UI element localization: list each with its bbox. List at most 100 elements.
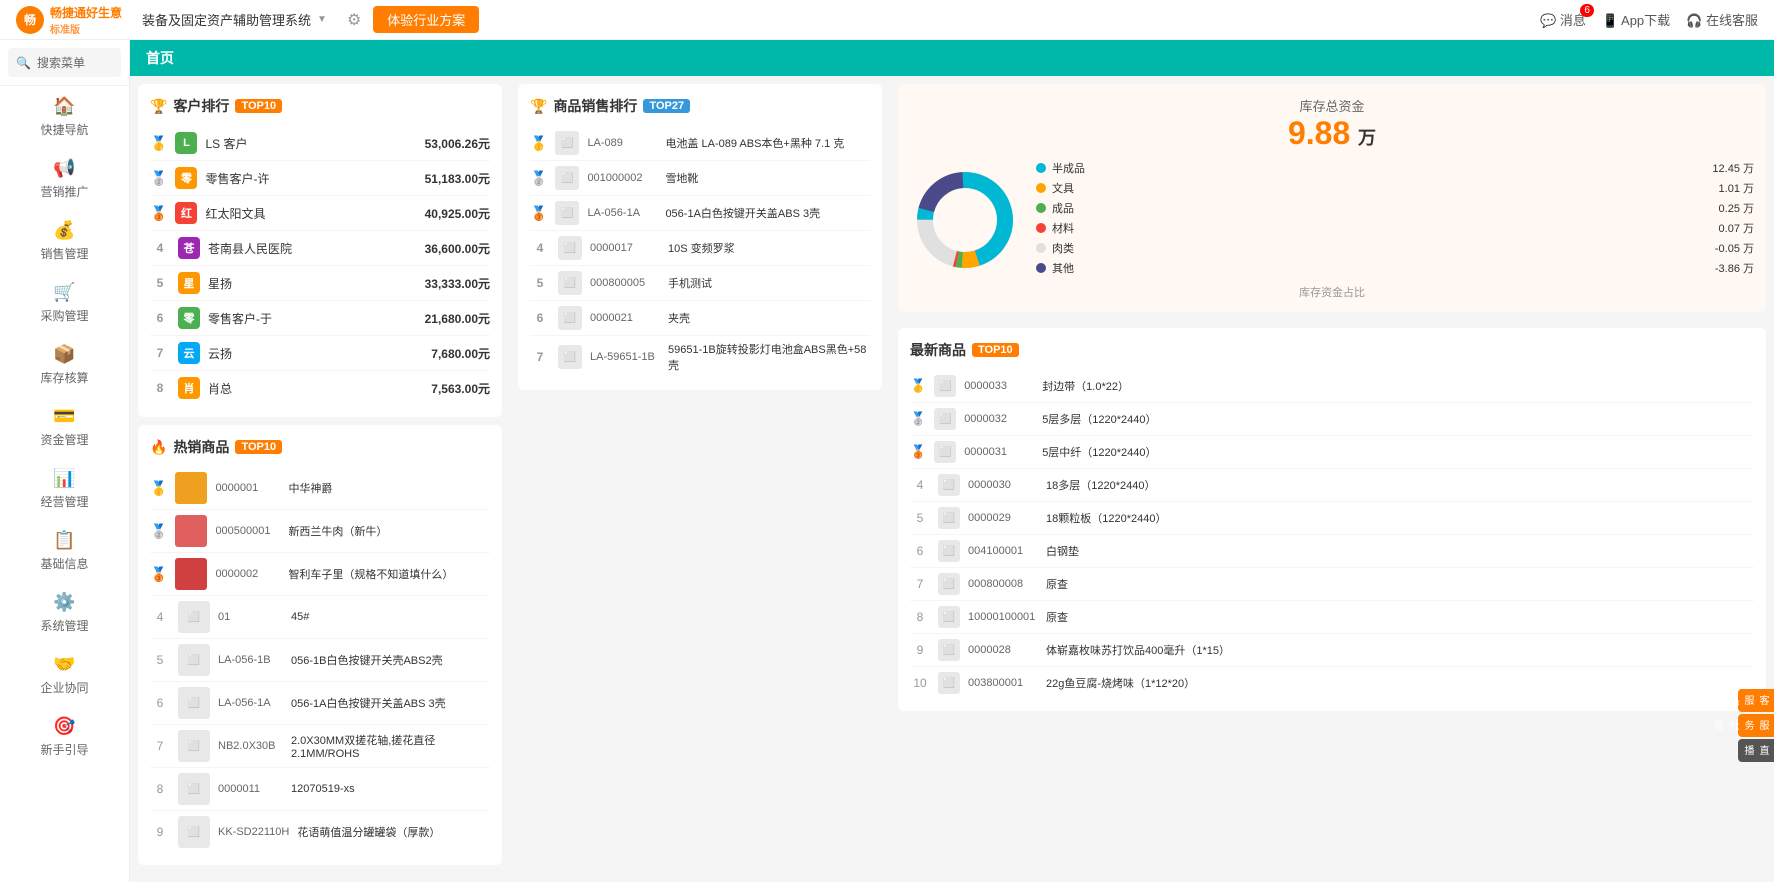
legend-dot — [1036, 203, 1046, 213]
float-community-btn[interactable]: 服务社区 — [1738, 714, 1774, 737]
sidebar-item-operations[interactable]: 📊 经营管理 — [0, 458, 129, 520]
product-name: 电池盖 LA-089 ABS本色+黑种 7.1 克 — [665, 135, 870, 151]
inventory-label: 库存总资金 — [910, 96, 1754, 115]
sales-rank-item: 🥇 ⬜ LA-089 电池盖 LA-089 ABS本色+黑种 7.1 克 — [530, 126, 870, 161]
logo-icon: 畅 — [16, 6, 44, 34]
sidebar-item-label: 采购管理 — [40, 307, 88, 324]
system-selector[interactable]: 装备及固定资产辅助管理系统 ▼ — [142, 10, 327, 29]
customer-name: 肖总 — [208, 380, 423, 397]
legend-item: 肉类 -0.05 万 — [1036, 240, 1754, 256]
sales-ranking-title: 🏆 商品销售排行 TOP27 — [530, 96, 870, 116]
np-image: ⬜ — [934, 375, 956, 397]
new-products-panel: 最新商品 TOP10 🥇 ⬜ 0000033 封边带（1.0*22） 🥈 ⬜ 0… — [898, 328, 1766, 711]
hot-icon: 🔥 — [150, 439, 167, 456]
online-service[interactable]: 🎧 在线客服 — [1686, 10, 1758, 29]
sidebar-item-purchase[interactable]: 🛒 采购管理 — [0, 272, 129, 334]
legend-value: 1.01 万 — [1719, 180, 1754, 196]
product-image: ⬜ — [558, 306, 582, 330]
sales-icon: 💰 — [53, 220, 75, 241]
app-download[interactable]: 📱 App下载 — [1602, 10, 1670, 29]
np-code: 000800008 — [968, 578, 1038, 590]
np-code: 0000031 — [964, 446, 1034, 458]
donut-chart — [910, 165, 1020, 275]
product-code: LA-59651-1B — [590, 351, 660, 363]
customer-rank-item: 8 肖 肖总 7,563.00元 — [150, 371, 490, 405]
sidebar-item-finance[interactable]: 💳 资金管理 — [0, 396, 129, 458]
message-badge[interactable]: 💬 消息 6 — [1540, 10, 1586, 29]
home-icon: 🏠 — [53, 96, 75, 117]
customer-name: 零售客户-许 — [205, 170, 416, 187]
right-panels: 库存总资金 9.88 万 — [890, 76, 1774, 882]
hot-product-item: 8 ⬜ 0000011 12070519-xs — [150, 768, 490, 811]
customer-avatar: 云 — [178, 342, 200, 364]
float-service-btn[interactable]: 客服热线 — [1738, 689, 1774, 712]
sidebar-item-system[interactable]: ⚙️ 系统管理 — [0, 582, 129, 644]
customer-avatar: L — [175, 132, 197, 154]
new-product-item: 🥈 ⬜ 0000032 5层多层（1220*2440） — [910, 403, 1754, 436]
legend-item: 文具 1.01 万 — [1036, 180, 1754, 196]
sidebar-item-sales[interactable]: 💰 销售管理 — [0, 210, 129, 272]
customer-rank-item: 🥉 红 红太阳文具 40,925.00元 — [150, 196, 490, 231]
sidebar-item-base[interactable]: 📋 基础信息 — [0, 520, 129, 582]
hot-product-item: 4 ⬜ 01 45# — [150, 596, 490, 639]
search-menu-label: 搜索菜单 — [37, 54, 85, 71]
np-image: ⬜ — [938, 474, 960, 496]
np-name: 封边带（1.0*22） — [1042, 378, 1754, 394]
product-code: 0000021 — [590, 312, 660, 324]
sidebar-item-marketing[interactable]: 📢 营销推广 — [0, 148, 129, 210]
sales-rank-list: 🥇 ⬜ LA-089 电池盖 LA-089 ABS本色+黑种 7.1 克 🥈 ⬜… — [530, 126, 870, 378]
new-product-item: 🥉 ⬜ 0000031 5层中纤（1220*2440） — [910, 436, 1754, 469]
product-name: 中华神爵 — [288, 480, 490, 496]
np-image: ⬜ — [938, 573, 960, 595]
hot-product-item: 🥇 0000001 中华神爵 — [150, 467, 490, 510]
legend-label: 文具 — [1052, 180, 1713, 196]
product-image: ⬜ — [558, 271, 582, 295]
np-name: 18颗粒板（1220*2440） — [1046, 510, 1754, 526]
sidebar-item-home[interactable]: 🏠 快捷导航 — [0, 86, 129, 148]
sidebar-item-label: 企业协同 — [40, 679, 88, 696]
sidebar-item-collab[interactable]: 🤝 企业协同 — [0, 644, 129, 706]
legend-item: 成品 0.25 万 — [1036, 200, 1754, 216]
customer-name: 红太阳文具 — [205, 205, 416, 222]
new-top-badge: TOP10 — [972, 343, 1019, 357]
sidebar-item-inventory[interactable]: 📦 库存核算 — [0, 334, 129, 396]
product-thumbnail — [175, 515, 207, 547]
np-code: 0000028 — [968, 644, 1038, 656]
np-image: ⬜ — [938, 639, 960, 661]
product-thumbnail — [175, 472, 207, 504]
legend-dot — [1036, 263, 1046, 273]
gear-button[interactable]: ⚙ — [347, 10, 361, 30]
hot-product-item: 5 ⬜ LA-056-1B 056-1B白色按键开关壳ABS2壳 — [150, 639, 490, 682]
hot-products-panel: 🔥 热销商品 TOP10 🥇 0000001 中华神爵 🥈 000500001 … — [138, 425, 502, 865]
float-live-btn[interactable]: 直播 — [1738, 739, 1774, 762]
product-thumbnail: ⬜ — [178, 730, 210, 762]
new-product-item: 8 ⬜ 10000100001 原查 — [910, 601, 1754, 634]
message-count: 6 — [1580, 4, 1594, 17]
customer-avatar: 星 — [178, 272, 200, 294]
product-name: 056-1A白色按键开关盖ABS 3壳 — [291, 695, 490, 711]
trial-button[interactable]: 体验行业方案 — [373, 6, 479, 33]
content-header: 首页 — [130, 40, 1774, 76]
system-icon: ⚙️ — [53, 592, 75, 613]
sales-rank-item: 4 ⬜ 0000017 10S 变频罗浆 — [530, 231, 870, 266]
legend-dot — [1036, 243, 1046, 253]
middle-panels: 🏆 商品销售排行 TOP27 🥇 ⬜ LA-089 电池盖 LA-089 ABS… — [510, 76, 890, 882]
hot-top-badge: TOP10 — [235, 440, 282, 454]
product-code: LA-056-1A — [218, 697, 283, 709]
purchase-icon: 🛒 — [53, 282, 75, 303]
base-icon: 📋 — [53, 530, 75, 551]
customer-amount: 51,183.00元 — [425, 170, 490, 187]
content-area: 首页 🏆 客户排行 TOP10 🥇 L LS 客户 53,006.26元 🥈 零… — [130, 40, 1774, 882]
np-name: 18多层（1220*2440） — [1046, 477, 1754, 493]
product-name: 智利车子里（规格不知道填什么） — [288, 566, 490, 582]
legend-value: 12.45 万 — [1712, 160, 1754, 176]
sidebar-item-guide[interactable]: 🎯 新手引导 — [0, 706, 129, 768]
legend-item: 半成品 12.45 万 — [1036, 160, 1754, 176]
sales-rank-item: 6 ⬜ 0000021 夹壳 — [530, 301, 870, 336]
inventory-icon: 📦 — [53, 344, 75, 365]
product-name: 2.0X30MM双搓花轴,搓花直径2.1MM/ROHS — [291, 732, 490, 760]
np-code: 0000030 — [968, 479, 1038, 491]
legend-value: 0.07 万 — [1719, 220, 1754, 236]
search-menu-button[interactable]: 🔍 搜索菜单 — [8, 48, 121, 77]
np-code: 0000032 — [964, 413, 1034, 425]
